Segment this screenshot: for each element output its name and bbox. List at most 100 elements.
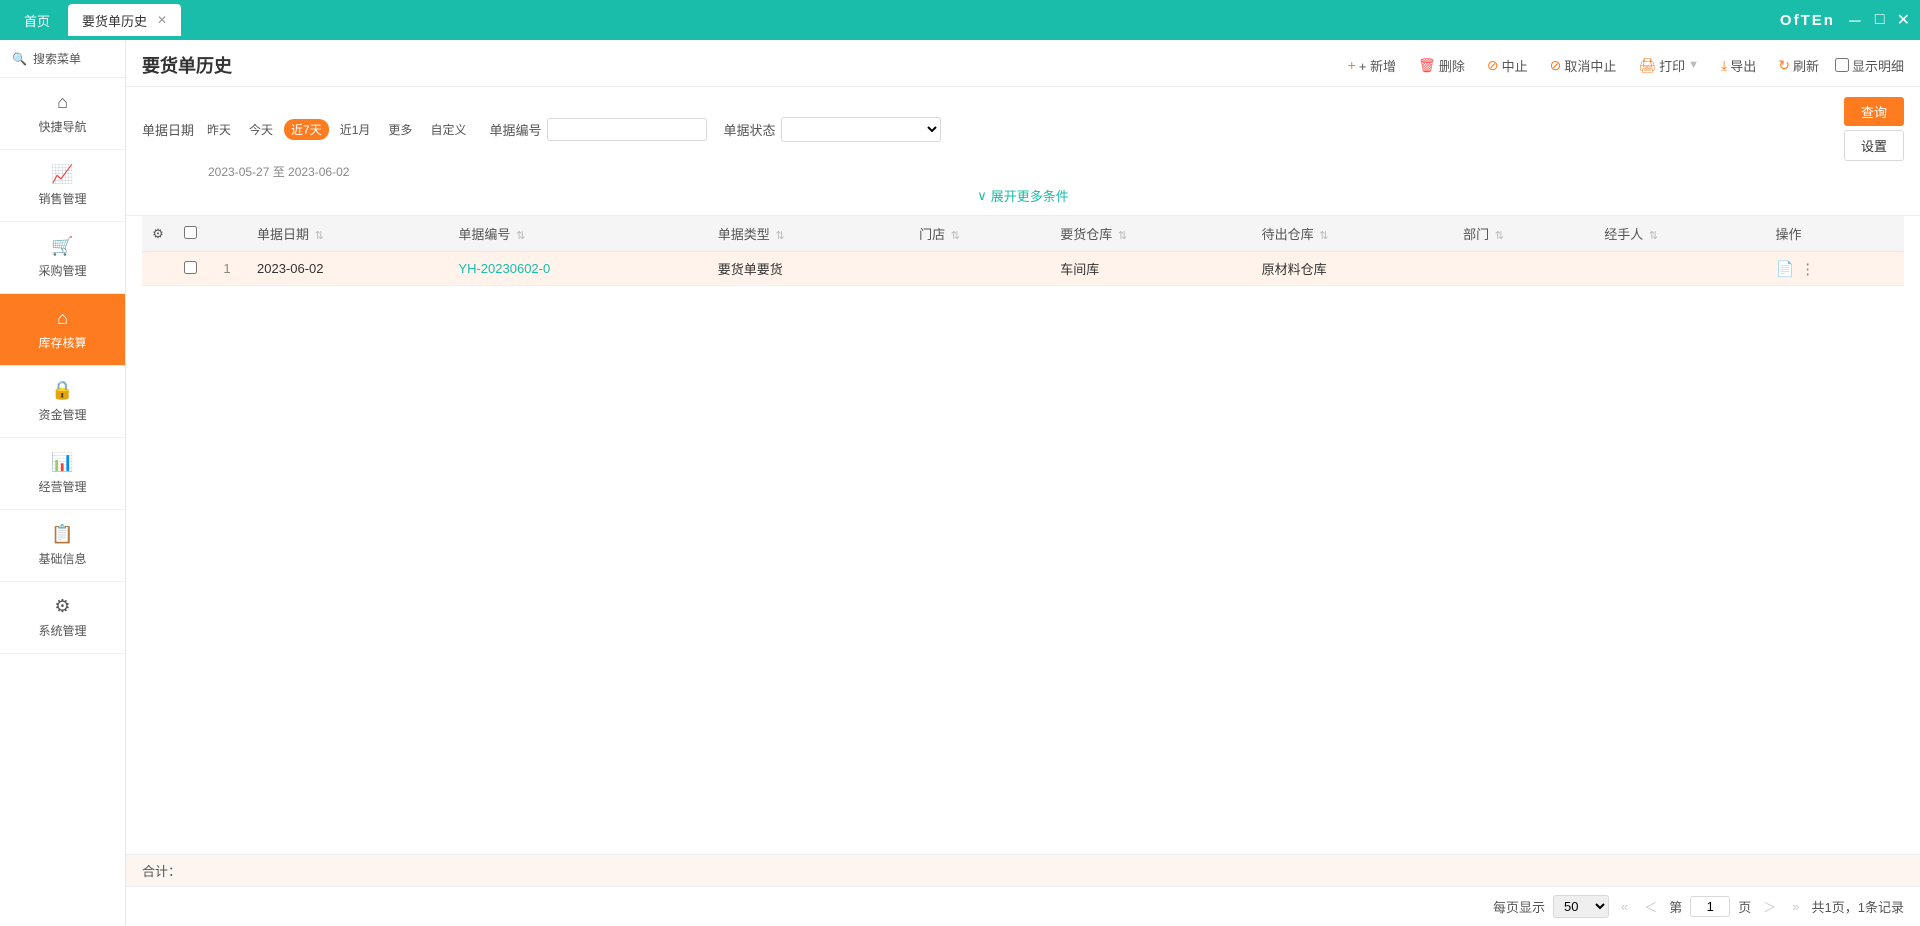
col-doc-no[interactable]: 单据编号 ⇅ (448, 216, 707, 252)
stop-button[interactable]: ⊘ 中止 (1481, 53, 1534, 78)
show-detail-button[interactable]: 显示明细 (1835, 56, 1904, 75)
first-page-button[interactable]: « (1617, 897, 1632, 916)
close-window-icon[interactable]: ✕ (1897, 10, 1910, 30)
date-range-text: 2023-05-27 至 2023-06-02 (208, 165, 349, 179)
date-btn-week[interactable]: 近7天 (284, 119, 329, 140)
content-area: 要货单历史 + + 新增 🗑 删除 ⊘ 中止 ⊘ 取消中止 (126, 40, 1920, 926)
filter-doc-no-label: 单据编号 (489, 120, 541, 139)
date-btn-custom[interactable]: 自定义 (423, 119, 473, 140)
sidebar-item-inventory[interactable]: ⌂ 库存核算 (0, 294, 125, 366)
col-store[interactable]: 门店 ⇅ (909, 216, 1050, 252)
export-button[interactable]: ⤓ 导出 (1715, 53, 1762, 78)
cancel-stop-button[interactable]: ⊘ 取消中止 (1544, 53, 1623, 78)
row-doc-no[interactable]: YH-20230602-0 (448, 252, 707, 286)
refresh-button[interactable]: ↻ 刷新 (1772, 53, 1825, 78)
col-pending-warehouse[interactable]: 待出仓库 ⇅ (1252, 216, 1453, 252)
page-label: 第 (1669, 897, 1682, 916)
col-store-sort-icon[interactable]: ⇅ (951, 230, 960, 242)
expand-filter-button[interactable]: ∨ 展开更多条件 (142, 186, 1904, 205)
sidebar-purchase-label: 采购管理 (38, 262, 86, 279)
sidebar-item-quick-nav[interactable]: ⌂ 快捷导航 (0, 78, 125, 150)
maximize-icon[interactable]: □ (1875, 11, 1885, 29)
filter-area: 单据日期 昨天 今天 近7天 近1月 更多 自定义 单据编号 (126, 87, 1920, 216)
print-label: 打印 (1659, 56, 1685, 75)
col-doc-type[interactable]: 单据类型 ⇅ (708, 216, 909, 252)
show-detail-checkbox[interactable] (1835, 58, 1849, 72)
next-page-button[interactable]: ＞ (1759, 895, 1780, 918)
sidebar-item-purchase[interactable]: 🛒 采购管理 (0, 222, 125, 294)
new-icon: + (1348, 57, 1356, 73)
sidebar: 🔍 搜索菜单 ⌂ 快捷导航 📈 销售管理 🛒 采购管理 ⌂ 库存核算 🔒 资金管… (0, 40, 126, 926)
col-req-warehouse-sort-icon[interactable]: ⇅ (1118, 230, 1127, 242)
col-department[interactable]: 部门 ⇅ (1453, 216, 1594, 252)
filter-doc-status-select[interactable] (781, 117, 941, 142)
settings-button[interactable]: 设置 (1844, 130, 1904, 161)
print-button[interactable]: 🖨 打印 ▼ (1632, 53, 1705, 78)
filter-date-buttons: 昨天 今天 近7天 近1月 更多 自定义 (200, 119, 473, 140)
col-checkbox[interactable] (174, 216, 207, 252)
last-page-button[interactable]: » (1788, 897, 1803, 916)
page-title: 要货单历史 (142, 52, 1332, 78)
sidebar-item-system[interactable]: ⚙ 系统管理 (0, 582, 125, 654)
col-doc-type-sort-icon[interactable]: ⇅ (775, 230, 784, 242)
col-pending-warehouse-sort-icon[interactable]: ⇅ (1319, 230, 1328, 242)
search-icon: 🔍 (12, 52, 27, 66)
date-btn-month[interactable]: 近1月 (333, 119, 378, 140)
table-settings-icon[interactable]: ⚙ (152, 226, 164, 241)
tab-home-label: 首页 (24, 11, 50, 30)
select-all-checkbox[interactable] (184, 226, 197, 239)
total-label: 共1页，1条记录 (1812, 897, 1904, 916)
summary-label: 合计： (142, 861, 181, 880)
minimize-icon[interactable]: － (1847, 8, 1863, 32)
row-more-icon[interactable]: ⋮ (1800, 260, 1815, 278)
col-handler-sort-icon[interactable]: ⇅ (1649, 230, 1658, 242)
col-doc-date-sort-icon[interactable]: ⇅ (315, 230, 324, 242)
sales-icon: 📈 (51, 164, 73, 185)
sidebar-item-sales[interactable]: 📈 销售管理 (0, 150, 125, 222)
show-detail-label: 显示明细 (1852, 56, 1904, 75)
tab-home[interactable]: 首页 (10, 4, 64, 36)
sidebar-item-operation[interactable]: 📊 经营管理 (0, 438, 125, 510)
col-pending-warehouse-label: 待出仓库 (1262, 227, 1314, 242)
col-store-label: 门店 (919, 227, 945, 242)
print-dropdown-icon[interactable]: ▼ (1688, 59, 1699, 71)
sidebar-item-finance[interactable]: 🔒 资金管理 (0, 366, 125, 438)
col-department-sort-icon[interactable]: ⇅ (1495, 230, 1504, 242)
row-edit-icon[interactable]: 📄 (1775, 260, 1794, 278)
query-button[interactable]: 查询 (1844, 97, 1904, 126)
query-btn-group: 查询 设置 (1844, 97, 1904, 161)
col-req-warehouse[interactable]: 要货仓库 ⇅ (1050, 216, 1251, 252)
per-page-select[interactable]: 10 20 50 100 (1553, 895, 1609, 918)
tab-yh-history[interactable]: 要货单历史 ✕ (68, 4, 181, 36)
sidebar-operation-label: 经营管理 (38, 478, 86, 495)
row-settings-cell (142, 252, 174, 286)
filter-doc-no: 单据编号 (489, 118, 707, 141)
sidebar-item-basic[interactable]: 📋 基础信息 (0, 510, 125, 582)
refresh-label: 刷新 (1793, 56, 1819, 75)
col-doc-no-sort-icon[interactable]: ⇅ (516, 230, 525, 242)
new-button[interactable]: + + 新增 (1342, 53, 1402, 78)
sidebar-item-search[interactable]: 🔍 搜索菜单 (0, 40, 125, 78)
row-checkbox[interactable] (184, 261, 197, 274)
row-checkbox-cell[interactable] (174, 252, 207, 286)
col-doc-type-label: 单据类型 (718, 227, 770, 242)
col-settings[interactable]: ⚙ (142, 216, 174, 252)
prev-page-button[interactable]: ＜ (1640, 895, 1661, 918)
delete-button[interactable]: 🗑 删除 (1412, 53, 1471, 78)
date-btn-more[interactable]: 更多 (381, 119, 419, 140)
sidebar-search-label: 搜索菜单 (33, 50, 81, 67)
col-doc-date[interactable]: 单据日期 ⇅ (247, 216, 448, 252)
tab-close-icon[interactable]: ✕ (157, 13, 167, 27)
col-handler[interactable]: 经手人 ⇅ (1594, 216, 1765, 252)
filter-doc-no-input[interactable] (547, 118, 707, 141)
row-doc-no-link[interactable]: YH-20230602-0 (458, 261, 550, 276)
date-btn-yesterday[interactable]: 昨天 (200, 119, 238, 140)
page-input[interactable] (1690, 896, 1730, 917)
print-icon: 🖨 (1638, 57, 1656, 74)
table-row: 1 2023-06-02 YH-20230602-0 要货单要货 车间库 原材料… (142, 252, 1904, 286)
date-btn-today[interactable]: 今天 (242, 119, 280, 140)
col-action: 操作 (1765, 216, 1904, 252)
system-icon: ⚙ (54, 596, 70, 617)
cancel-stop-icon: ⊘ (1550, 57, 1562, 74)
export-label: 导出 (1730, 56, 1756, 75)
